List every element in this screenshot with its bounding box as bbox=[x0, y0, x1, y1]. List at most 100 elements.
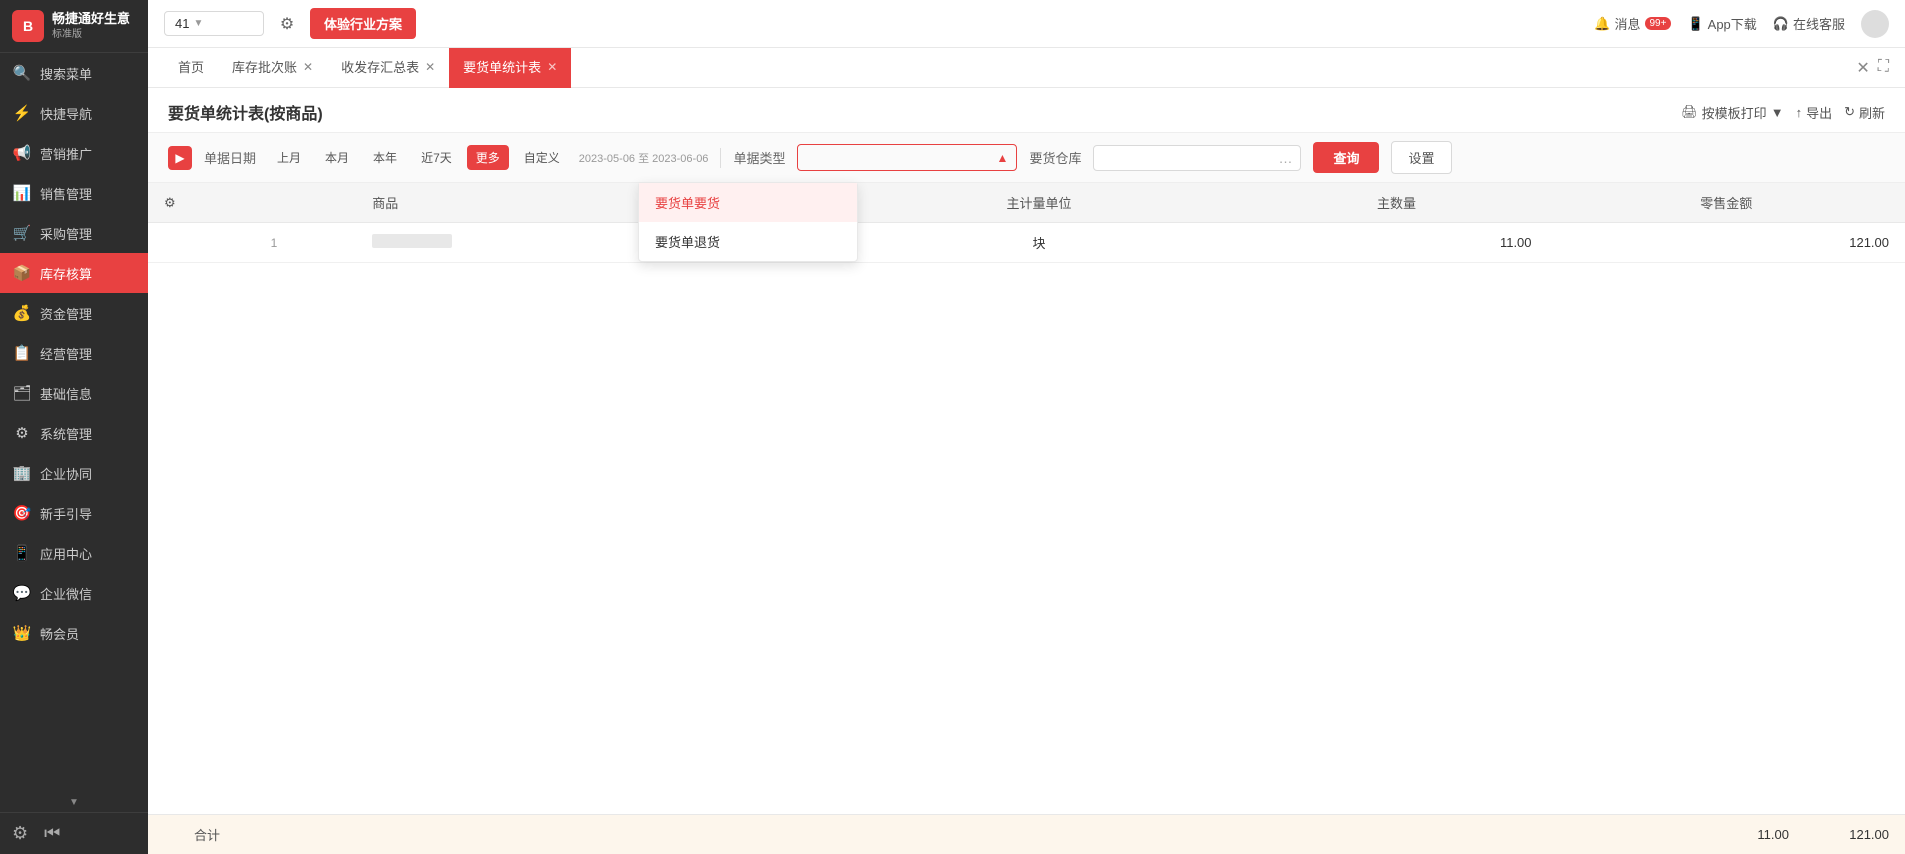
quicknav-icon: ⚡ bbox=[12, 103, 32, 123]
row-num-cell: 1 bbox=[192, 223, 357, 263]
dropdown-item-order-goods[interactable]: 要货单要货 bbox=[639, 183, 857, 222]
sidebar-item-purchase[interactable]: 🛒 采购管理 bbox=[0, 213, 148, 253]
sidebar-item-basic[interactable]: 🗂 基础信息 bbox=[0, 373, 148, 413]
sidebar-bottom: ⚙ ⏮ bbox=[0, 812, 148, 854]
last-7-days-btn[interactable]: 近7天 bbox=[412, 145, 461, 170]
print-button[interactable]: 🖨 按模板打印 ▼ bbox=[1681, 103, 1783, 122]
sidebar-item-appstore[interactable]: 📱 应用中心 bbox=[0, 533, 148, 573]
type-filter-chevron-icon[interactable]: ▲ bbox=[990, 151, 1014, 165]
system-icon: ⚙ bbox=[12, 423, 32, 443]
sidebar-item-inventory[interactable]: 📦 库存核算 bbox=[0, 253, 148, 293]
footer-label: 合计 bbox=[164, 825, 404, 844]
user-avatar[interactable] bbox=[1861, 10, 1889, 38]
tab-home[interactable]: 首页 bbox=[164, 48, 218, 88]
refresh-icon: ↻ bbox=[1844, 104, 1855, 120]
member-icon: 👑 bbox=[12, 623, 32, 643]
sidebar-item-operations[interactable]: 📋 经营管理 bbox=[0, 333, 148, 373]
tab-order-stats[interactable]: 要货单统计表 ✕ bbox=[449, 48, 571, 88]
tabs-bar: 首页 库存批次账 ✕ 收发存汇总表 ✕ 要货单统计表 ✕ ✕ ⛶ bbox=[148, 48, 1905, 88]
online-service-btn[interactable]: 🎧 在线客服 bbox=[1773, 14, 1845, 33]
tab-close-icon[interactable]: ✕ bbox=[547, 60, 557, 74]
sidebar-item-enterprise[interactable]: 🏢 企业协同 bbox=[0, 453, 148, 493]
warehouse-input-wrap: … bbox=[1093, 145, 1301, 171]
sidebar-item-label: 销售管理 bbox=[40, 184, 92, 203]
collapse-button[interactable]: ⏮ bbox=[44, 823, 60, 844]
topbar-settings-button[interactable]: ⚙ bbox=[272, 9, 302, 39]
sidebar-item-label: 应用中心 bbox=[40, 544, 92, 563]
col-num bbox=[192, 183, 357, 223]
warehouse-filter-label: 要货仓库 bbox=[1029, 148, 1081, 167]
refresh-button[interactable]: ↻ 刷新 bbox=[1844, 103, 1885, 122]
data-table: ⚙ 商品 主计量单位 主数量 零售金额 1 bbox=[148, 183, 1905, 263]
store-selector[interactable]: 41 ▼ bbox=[164, 11, 264, 36]
wechat-icon: 💬 bbox=[12, 583, 32, 603]
messages-btn[interactable]: 🔔 消息 99+ bbox=[1594, 14, 1671, 33]
sidebar-item-sales[interactable]: 📊 销售管理 bbox=[0, 173, 148, 213]
more-dates-btn[interactable]: 更多 bbox=[467, 145, 509, 170]
sidebar-item-label: 搜索菜单 bbox=[40, 64, 92, 83]
sidebar-item-label: 经营管理 bbox=[40, 344, 92, 363]
date-buttons: 上月 本月 本年 近7天 更多 自定义 2023-05-06 至 2023-06… bbox=[268, 145, 708, 170]
tab-label: 收发存汇总表 bbox=[341, 57, 419, 76]
row-unit-cell: 块 bbox=[833, 223, 1246, 263]
trial-btn[interactable]: 体验行业方案 bbox=[310, 8, 416, 39]
appstore-icon: 📱 bbox=[12, 543, 32, 563]
topbar: 41 ▼ ⚙ 体验行业方案 🔔 消息 99+ 📱 App下载 🎧 在线客服 bbox=[148, 0, 1905, 48]
warehouse-input[interactable] bbox=[1102, 150, 1278, 165]
sidebar-item-member[interactable]: 👑 畅会员 bbox=[0, 613, 148, 653]
col-qty: 主数量 bbox=[1245, 183, 1547, 223]
sidebar-item-label: 企业微信 bbox=[40, 584, 92, 603]
sidebar-item-finance[interactable]: 💰 资金管理 bbox=[0, 293, 148, 333]
topbar-left: 41 ▼ ⚙ 体验行业方案 bbox=[164, 8, 1582, 39]
settings-button[interactable]: ⚙ bbox=[12, 823, 28, 844]
last-month-btn[interactable]: 上月 bbox=[268, 145, 310, 170]
sidebar-item-quicknav[interactable]: ⚡ 快捷导航 bbox=[0, 93, 148, 133]
this-month-btn[interactable]: 本月 bbox=[316, 145, 358, 170]
tab-close-icon[interactable]: ✕ bbox=[303, 60, 313, 74]
tab-expand-icon[interactable]: ⛶ bbox=[1878, 58, 1889, 78]
date-range-display: 2023-05-06 至 2023-06-06 bbox=[579, 150, 709, 166]
col-amount: 零售金额 bbox=[1548, 183, 1905, 223]
table-footer: 合计 11.00 121.00 bbox=[148, 814, 1905, 854]
custom-date-btn[interactable]: 自定义 bbox=[515, 145, 569, 170]
tab-batch[interactable]: 库存批次账 ✕ bbox=[218, 48, 327, 88]
app-download-label: App下载 bbox=[1708, 14, 1757, 33]
sidebar-item-marketing[interactable]: 📢 营销推广 bbox=[0, 133, 148, 173]
tab-close-icon[interactable]: ✕ bbox=[425, 60, 435, 74]
bell-icon: 🔔 bbox=[1594, 16, 1610, 32]
app-download-btn[interactable]: 📱 App下载 bbox=[1687, 14, 1756, 33]
sidebar-item-wechat[interactable]: 💬 企业微信 bbox=[0, 573, 148, 613]
warehouse-more-icon[interactable]: … bbox=[1278, 150, 1292, 166]
guide-icon: 🎯 bbox=[12, 503, 32, 523]
sidebar-item-search[interactable]: 🔍 搜索菜单 bbox=[0, 53, 148, 93]
footer-qty: 11.00 bbox=[1709, 827, 1789, 842]
row-settings-cell bbox=[148, 223, 192, 263]
sidebar-item-label: 营销推广 bbox=[40, 144, 92, 163]
export-icon: ↑ bbox=[1796, 105, 1803, 120]
tab-close-all-icon[interactable]: ✕ bbox=[1856, 58, 1869, 78]
filter-bar: ▶ 单据日期 上月 本月 本年 近7天 更多 自定义 2023-05-06 至 … bbox=[148, 132, 1905, 183]
phone-icon: 📱 bbox=[1687, 16, 1703, 32]
sidebar-item-guide[interactable]: 🎯 新手引导 bbox=[0, 493, 148, 533]
sidebar-item-system[interactable]: ⚙ 系统管理 bbox=[0, 413, 148, 453]
this-year-btn[interactable]: 本年 bbox=[364, 145, 406, 170]
filter-expand-button[interactable]: ▶ bbox=[168, 146, 192, 170]
app-logo-text: 畅捷通好生意 标准版 bbox=[52, 11, 130, 41]
type-dropdown-menu: 要货单要货 要货单退货 bbox=[638, 182, 858, 262]
purchase-icon: 🛒 bbox=[12, 223, 32, 243]
col-settings[interactable]: ⚙ bbox=[148, 183, 192, 223]
table-row: 1 块 11.00 121.00 bbox=[148, 223, 1905, 263]
tab-receipts[interactable]: 收发存汇总表 ✕ bbox=[327, 48, 449, 88]
type-filter-input[interactable] bbox=[798, 145, 990, 170]
set-button[interactable]: 设置 bbox=[1391, 141, 1451, 174]
sidebar-scroll-down[interactable]: ▼ bbox=[0, 793, 148, 812]
query-button[interactable]: 查询 bbox=[1313, 142, 1379, 173]
store-name: 41 bbox=[175, 16, 189, 31]
date-filter-label: 单据日期 bbox=[204, 148, 256, 167]
export-label: 导出 bbox=[1806, 103, 1832, 122]
inventory-icon: 📦 bbox=[12, 263, 32, 283]
dropdown-item-order-return[interactable]: 要货单退货 bbox=[639, 222, 857, 261]
sidebar-item-label: 资金管理 bbox=[40, 304, 92, 323]
sidebar-item-label: 畅会员 bbox=[40, 624, 79, 643]
export-button[interactable]: ↑ 导出 bbox=[1796, 103, 1833, 122]
